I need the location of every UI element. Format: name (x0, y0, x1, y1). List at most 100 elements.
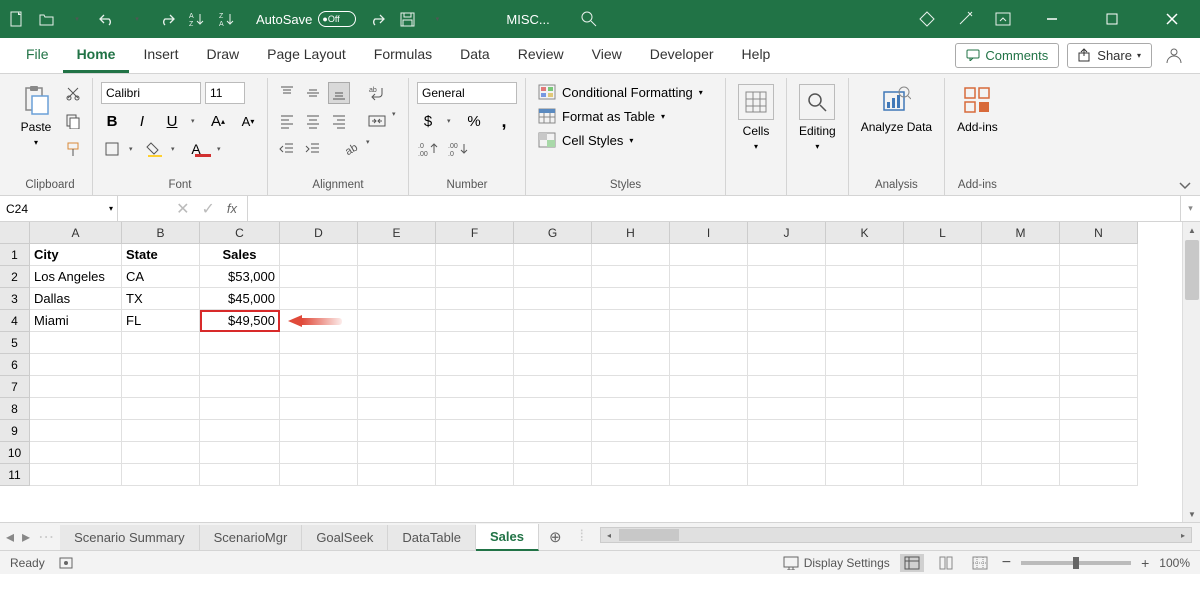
tab-draw[interactable]: Draw (192, 38, 253, 73)
cell[interactable] (670, 376, 748, 398)
align-right-icon[interactable] (328, 110, 350, 132)
cell[interactable] (514, 310, 592, 332)
tab-review[interactable]: Review (504, 38, 578, 73)
column-header[interactable]: C (200, 222, 280, 244)
cell[interactable] (826, 354, 904, 376)
vertical-scrollbar[interactable]: ▲ ▼ (1182, 222, 1200, 522)
cell[interactable] (826, 288, 904, 310)
save-dropdown-icon[interactable]: ▾ (428, 10, 446, 28)
cell[interactable] (670, 332, 748, 354)
cell[interactable] (30, 398, 122, 420)
cell[interactable] (826, 464, 904, 486)
scroll-up-icon[interactable]: ▲ (1183, 222, 1200, 238)
cell[interactable] (358, 332, 436, 354)
cell[interactable] (982, 442, 1060, 464)
cell[interactable] (670, 464, 748, 486)
zoom-in-button[interactable]: + (1141, 555, 1149, 571)
align-top-icon[interactable] (276, 82, 298, 104)
cell[interactable] (982, 244, 1060, 266)
cell[interactable] (358, 442, 436, 464)
cell[interactable] (904, 398, 982, 420)
copy-icon[interactable] (62, 110, 84, 132)
account-icon[interactable] (1160, 41, 1188, 69)
fx-icon[interactable]: fx (227, 201, 237, 216)
page-layout-view-icon[interactable] (934, 554, 958, 572)
cell[interactable] (982, 464, 1060, 486)
cell[interactable] (436, 288, 514, 310)
cell[interactable] (436, 376, 514, 398)
cell[interactable]: Los Angeles (30, 266, 122, 288)
increase-font-icon[interactable]: A▴ (207, 110, 229, 132)
cell[interactable] (904, 266, 982, 288)
cell[interactable] (904, 332, 982, 354)
save-icon[interactable] (398, 10, 416, 28)
row-header[interactable]: 2 (0, 266, 30, 288)
align-left-icon[interactable] (276, 110, 298, 132)
sort-desc-icon[interactable]: ZA (218, 10, 236, 28)
cell[interactable] (358, 376, 436, 398)
cell[interactable] (280, 288, 358, 310)
cell[interactable]: State (122, 244, 200, 266)
cell[interactable] (982, 266, 1060, 288)
zoom-out-button[interactable]: − (1002, 554, 1011, 572)
decrease-font-icon[interactable]: A▾ (237, 110, 259, 132)
cell[interactable] (670, 310, 748, 332)
cell[interactable] (670, 442, 748, 464)
cell[interactable] (670, 288, 748, 310)
tab-help[interactable]: Help (728, 38, 785, 73)
scrollbar-thumb[interactable] (1185, 240, 1199, 300)
tab-view[interactable]: View (578, 38, 636, 73)
row-header[interactable]: 11 (0, 464, 30, 486)
display-settings-button[interactable]: Display Settings (783, 556, 890, 570)
chevron-down-icon[interactable]: ▾ (109, 204, 113, 213)
row-header[interactable]: 4 (0, 310, 30, 332)
minimize-button[interactable] (1032, 4, 1072, 34)
cell[interactable] (514, 376, 592, 398)
cell[interactable] (1060, 376, 1138, 398)
close-button[interactable] (1152, 4, 1192, 34)
column-header[interactable]: M (982, 222, 1060, 244)
cell[interactable] (200, 464, 280, 486)
cell[interactable] (748, 288, 826, 310)
cell[interactable] (200, 332, 280, 354)
cell[interactable] (826, 244, 904, 266)
cell[interactable] (1060, 244, 1138, 266)
comma-icon[interactable]: , (493, 110, 515, 132)
undo-dropdown-icon[interactable]: ▾ (128, 10, 146, 28)
cell[interactable] (592, 310, 670, 332)
align-middle-icon[interactable] (302, 82, 324, 104)
diamond-icon[interactable] (918, 10, 936, 28)
scrollbar-thumb[interactable] (619, 529, 679, 541)
cell[interactable]: FL (122, 310, 200, 332)
cell[interactable] (904, 442, 982, 464)
cell[interactable] (592, 442, 670, 464)
page-break-view-icon[interactable] (968, 554, 992, 572)
cell[interactable] (200, 398, 280, 420)
cell[interactable] (826, 310, 904, 332)
cell[interactable] (358, 354, 436, 376)
maximize-button[interactable] (1092, 4, 1132, 34)
cell[interactable] (122, 398, 200, 420)
cell[interactable] (592, 420, 670, 442)
cell[interactable] (514, 332, 592, 354)
cell[interactable] (30, 354, 122, 376)
cell[interactable] (748, 332, 826, 354)
scroll-down-icon[interactable]: ▼ (1183, 506, 1200, 522)
increase-indent-icon[interactable] (302, 138, 324, 160)
share-button[interactable]: Share ▾ (1067, 43, 1152, 68)
sheet-tab[interactable]: DataTable (388, 525, 476, 550)
formula-input[interactable] (248, 196, 1180, 221)
cell[interactable] (514, 354, 592, 376)
row-header[interactable]: 7 (0, 376, 30, 398)
cells-button[interactable]: Cells▾ (734, 82, 778, 153)
cell[interactable] (280, 464, 358, 486)
cell[interactable] (436, 398, 514, 420)
cell[interactable] (826, 398, 904, 420)
cell[interactable] (982, 288, 1060, 310)
cell[interactable] (280, 420, 358, 442)
autosave-control[interactable]: AutoSave ● Off (256, 11, 356, 27)
decrease-decimal-icon[interactable]: .00.0 (447, 138, 469, 160)
format-painter-icon[interactable] (62, 138, 84, 160)
cell[interactable]: TX (122, 288, 200, 310)
cancel-formula-icon[interactable]: ✕ (176, 199, 189, 219)
